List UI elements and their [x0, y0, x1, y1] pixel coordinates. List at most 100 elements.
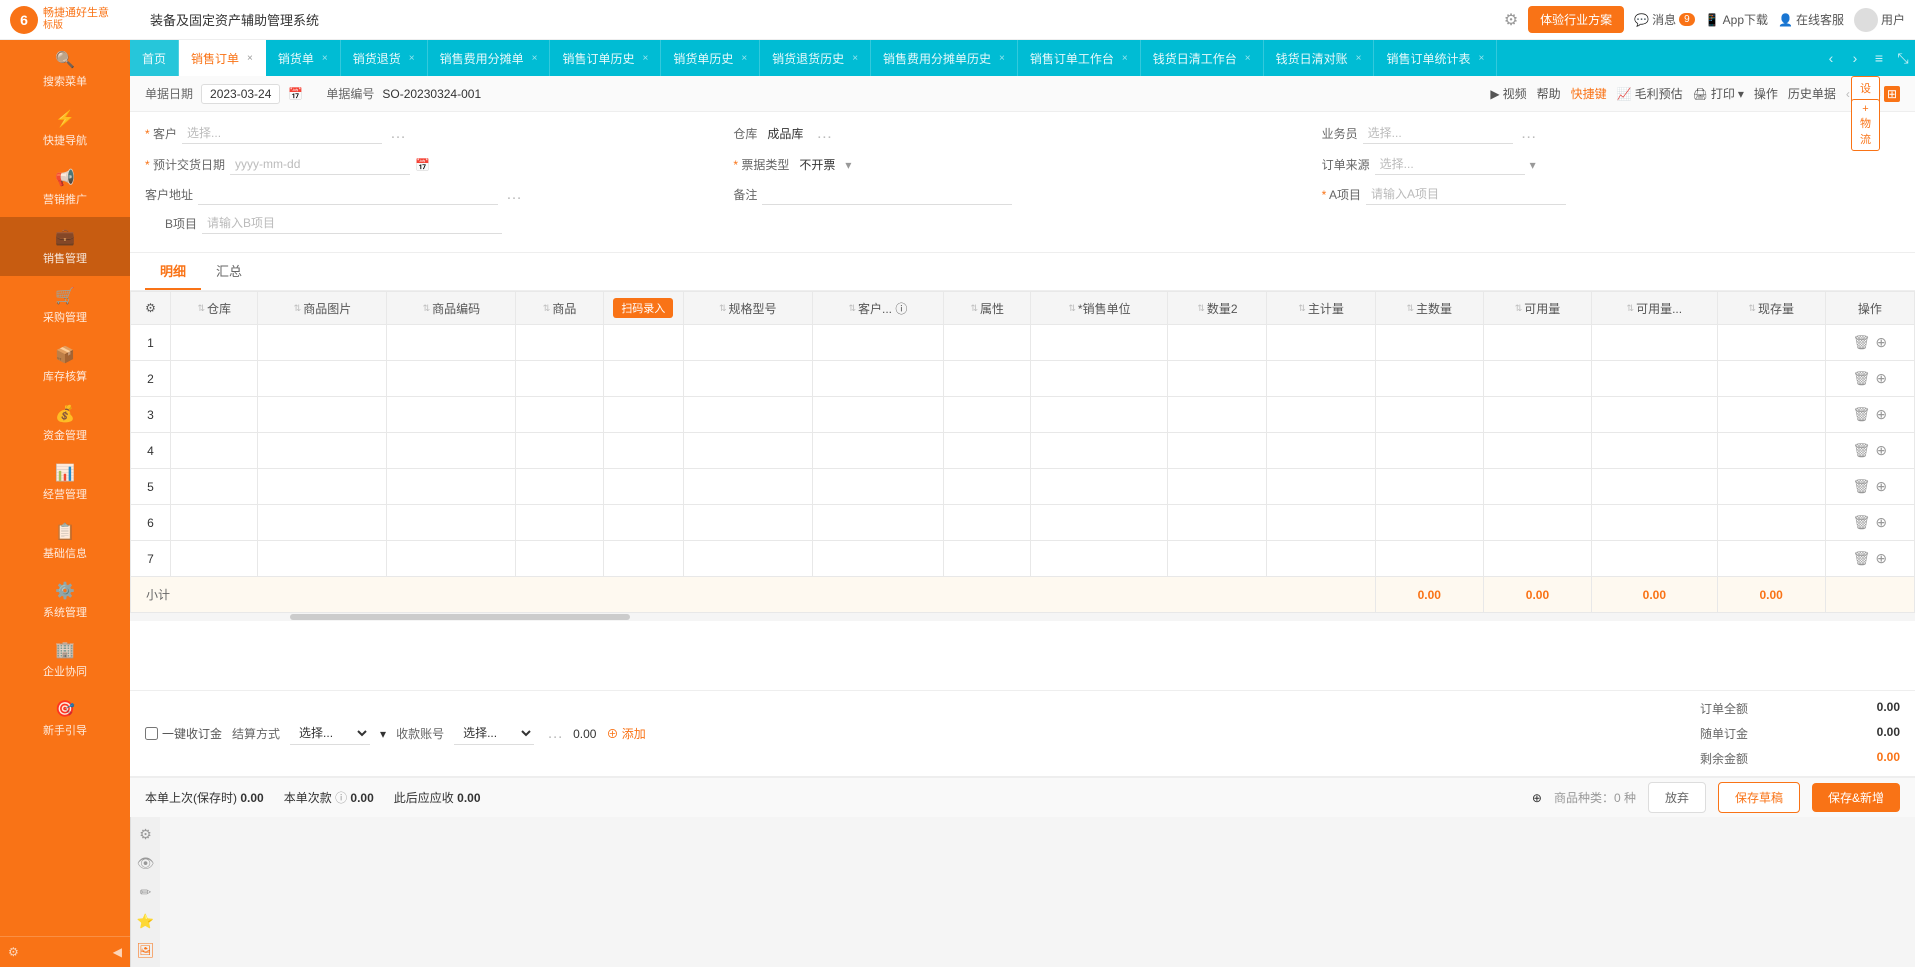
address-input[interactable] — [198, 184, 498, 205]
tab-cash-daily[interactable]: 钱货日清工作台 × — [1141, 40, 1264, 76]
sidebar-item-system[interactable]: ⚙️ 系统管理 — [0, 571, 130, 630]
tab-prev-button[interactable]: ‹ — [1819, 50, 1843, 66]
tab-close-sales-order[interactable]: × — [247, 53, 253, 64]
tab-close-sales-expense[interactable]: × — [532, 53, 538, 64]
online-service-button[interactable]: 👤 在线客服 — [1778, 11, 1844, 28]
save-new-button[interactable]: 保存&新增 — [1812, 783, 1900, 812]
tab-menu-button[interactable]: ≡ — [1867, 50, 1891, 66]
shortcut-button[interactable]: 快捷键 — [1571, 85, 1607, 102]
customer-more-icon[interactable]: … — [390, 125, 406, 143]
tab-summary[interactable]: 汇总 — [201, 253, 257, 290]
delivery-calendar-icon[interactable]: 📅 — [415, 158, 430, 172]
user-button[interactable]: 用户 — [1854, 8, 1905, 32]
rs-eye-icon[interactable]: 👁 — [134, 851, 158, 875]
bproject-input[interactable] — [202, 213, 502, 234]
row-delete-button[interactable]: 🗑 — [1853, 478, 1871, 495]
delivery-input[interactable] — [230, 154, 410, 175]
th-product[interactable]: 商品 — [516, 292, 603, 325]
remark-input[interactable] — [762, 184, 1012, 205]
th-product-code[interactable]: 商品编码 — [387, 292, 516, 325]
rs-settings-icon[interactable]: ⚙ — [134, 822, 158, 846]
customer-input[interactable] — [182, 123, 382, 144]
aproject-input[interactable] — [1366, 184, 1566, 205]
scrollbar-thumb[interactable] — [290, 614, 630, 620]
help-button[interactable]: 帮助 — [1537, 85, 1561, 102]
rs-edit-icon[interactable]: ✏ — [134, 880, 158, 904]
tab-close-expense-history[interactable]: × — [999, 53, 1005, 64]
tab-sales-stats[interactable]: 销售订单统计表 × — [1374, 40, 1497, 76]
staff-more-icon[interactable]: … — [1521, 125, 1537, 143]
th-product-img[interactable]: 商品图片 — [258, 292, 387, 325]
tab-sales-order[interactable]: 销售订单 × — [179, 40, 266, 76]
tab-close-sales-refund[interactable]: × — [409, 53, 415, 64]
sidebar-item-inventory[interactable]: 📦 库存核算 — [0, 335, 130, 394]
row-copy-button[interactable]: ⊕ — [1875, 550, 1887, 567]
grid-view-icon[interactable]: ⊞ — [1884, 86, 1900, 102]
tab-close-workbench[interactable]: × — [1122, 53, 1128, 64]
save-draft-button[interactable]: 保存草稿 — [1718, 782, 1800, 813]
calendar-icon[interactable]: 📅 — [288, 87, 303, 101]
th-main-unit[interactable]: 主计量 — [1267, 292, 1375, 325]
sidebar-item-sales[interactable]: 💼 销售管理 — [0, 217, 130, 276]
tab-close-cash-reconcile[interactable]: × — [1356, 53, 1362, 64]
tab-sales-return[interactable]: 销货单 × — [266, 40, 341, 76]
operate-button[interactable]: 操作 — [1754, 85, 1778, 102]
row-copy-button[interactable]: ⊕ — [1875, 442, 1887, 459]
tab-expand-button[interactable]: ⤡ — [1891, 50, 1915, 67]
tab-next-button[interactable]: › — [1843, 50, 1867, 66]
sidebar-item-enterprise[interactable]: 🏢 企业协同 — [0, 630, 130, 689]
sidebar-item-guide[interactable]: 🎯 新手引导 — [0, 689, 130, 748]
th-qty2[interactable]: 数量2 — [1168, 292, 1267, 325]
invoice-dropdown-icon[interactable]: ▾ — [845, 158, 851, 172]
tab-refund-history[interactable]: 销货退货历史 × — [760, 40, 871, 76]
sidebar-item-purchase[interactable]: 🛒 采购管理 — [0, 276, 130, 335]
th-available[interactable]: 可用量 — [1483, 292, 1591, 325]
sidebar-item-operation[interactable]: 📊 经营管理 — [0, 453, 130, 512]
th-attr[interactable]: 属性 — [944, 292, 1031, 325]
sidebar-item-search[interactable]: 🔍 搜索菜单 — [0, 40, 130, 99]
tab-sales-expense[interactable]: 销售费用分摊单 × — [428, 40, 551, 76]
sidebar-item-marketing[interactable]: 📢 营销推广 — [0, 158, 130, 217]
th-current-stock[interactable]: 现存量 — [1717, 292, 1825, 325]
row-delete-button[interactable]: 🗑 — [1853, 514, 1871, 531]
tab-return-history[interactable]: 销货单历史 × — [661, 40, 760, 76]
tab-close-sales-return[interactable]: × — [322, 53, 328, 64]
th-spec[interactable]: 规格型号 — [683, 292, 812, 325]
sidebar-settings-icon[interactable]: ⚙ — [8, 945, 19, 959]
discard-button[interactable]: 放弃 — [1648, 782, 1706, 813]
add-button[interactable]: ⊕ 添加 — [606, 725, 645, 742]
warehouse-more-icon[interactable]: … — [816, 125, 832, 143]
rs-image-icon[interactable]: 🖼 — [134, 938, 158, 962]
th-available2[interactable]: 可用量... — [1592, 292, 1718, 325]
th-customer-attr[interactable]: 客户... ⓘ — [812, 292, 943, 325]
sidebar-item-basic[interactable]: 📋 基础信息 — [0, 512, 130, 571]
tab-detail[interactable]: 明细 — [145, 253, 201, 290]
row-copy-button[interactable]: ⊕ — [1875, 478, 1887, 495]
history-button[interactable]: 历史单据 — [1788, 85, 1836, 102]
print-button[interactable]: 🖨 打印 ▾ — [1693, 85, 1744, 102]
row-copy-button[interactable]: ⊕ — [1875, 334, 1887, 351]
tab-close-sales-stats[interactable]: × — [1478, 53, 1484, 64]
tab-sales-history[interactable]: 销售订单历史 × — [550, 40, 661, 76]
row-delete-button[interactable]: 🗑 — [1853, 334, 1871, 351]
solution-button[interactable]: 体验行业方案 — [1528, 6, 1624, 33]
toolbar-nav-prev[interactable]: ‹ — [1846, 87, 1850, 101]
app-download-button[interactable]: 📱 App下载 — [1705, 11, 1768, 28]
settings-icon[interactable]: ⚙ — [1504, 10, 1518, 30]
sidebar-item-finance[interactable]: 💰 资金管理 — [0, 394, 130, 453]
account-more-icon[interactable]: … — [547, 725, 563, 743]
tab-close-cash-daily[interactable]: × — [1245, 53, 1251, 64]
tab-close-sales-history[interactable]: × — [642, 53, 648, 64]
settle-select[interactable]: 选择... — [290, 722, 370, 745]
tab-cash-reconcile[interactable]: 钱货日清对账 × — [1264, 40, 1375, 76]
sidebar-collapse-icon[interactable]: ◀ — [113, 945, 122, 959]
add-material-button[interactable]: + 物流 — [1851, 99, 1880, 151]
message-button[interactable]: 💬 消息 9 — [1634, 11, 1695, 28]
tab-workbench[interactable]: 销售订单工作台 × — [1018, 40, 1141, 76]
row-delete-button[interactable]: 🗑 — [1853, 550, 1871, 567]
profit-button[interactable]: 📈 毛利预估 — [1617, 85, 1683, 102]
scan-button[interactable]: 扫码录入 — [613, 298, 673, 318]
order-source-input[interactable] — [1375, 154, 1525, 175]
sidebar-item-quick[interactable]: ⚡ 快捷导航 — [0, 99, 130, 158]
row-copy-button[interactable]: ⊕ — [1875, 514, 1887, 531]
